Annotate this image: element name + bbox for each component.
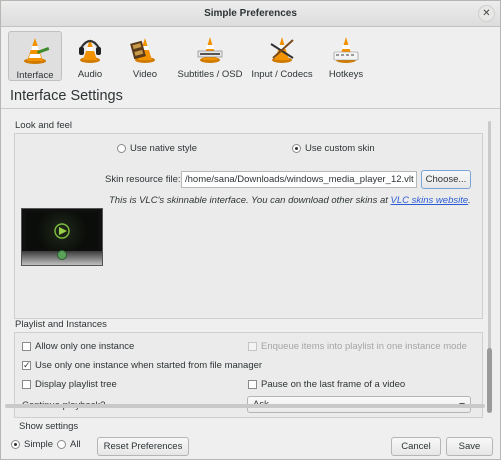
- category-toolbar: Interface Audio Video Subtitles / OSD In…: [1, 28, 500, 83]
- cone-with-film-icon: [130, 38, 155, 63]
- divider: [1, 108, 500, 109]
- tab-video-label: Video: [132, 69, 158, 80]
- cancel-button[interactable]: Cancel: [391, 437, 441, 456]
- cone-with-keyboard-icon: [333, 37, 359, 63]
- display-playlist-tree-checkbox[interactable]: [22, 380, 31, 389]
- native-style-label[interactable]: Use native style: [130, 143, 197, 154]
- choose-button[interactable]: Choose...: [421, 170, 471, 189]
- vlc-skins-link[interactable]: VLC skins website: [391, 195, 469, 206]
- enqueue-items-checkbox: [248, 342, 257, 351]
- save-button[interactable]: Save: [446, 437, 493, 456]
- native-style-radio[interactable]: [117, 144, 126, 153]
- simple-radio[interactable]: [11, 440, 20, 449]
- cone-with-ruler-icon: [24, 38, 50, 64]
- wmp-logo-icon: [54, 223, 70, 239]
- preview-screen: [26, 212, 98, 250]
- horizontal-scrollbar[interactable]: [5, 404, 485, 408]
- playlist-instances-title: Playlist and Instances: [15, 319, 107, 330]
- cone-with-headphones-icon: [79, 39, 101, 63]
- tab-input-codecs[interactable]: Input / Codecs: [249, 31, 315, 81]
- skin-info-text: This is VLC's skinnable interface. You c…: [109, 195, 471, 206]
- pause-last-frame-label[interactable]: Pause on the last frame of a video: [261, 379, 405, 390]
- settings-scroll-area[interactable]: Look and feel Use native style Use custo…: [1, 111, 500, 429]
- preview-play-icon: [57, 250, 67, 260]
- display-playlist-tree-label[interactable]: Display playlist tree: [35, 379, 117, 390]
- scrollbar-thumb[interactable]: [487, 348, 492, 413]
- pause-last-frame-checkbox[interactable]: [248, 380, 257, 389]
- allow-one-instance-checkbox[interactable]: [22, 342, 31, 351]
- reset-preferences-button[interactable]: Reset Preferences: [97, 437, 189, 456]
- window-title: Simple Preferences: [204, 8, 297, 19]
- look-and-feel-title: Look and feel: [15, 120, 73, 131]
- tab-hotkeys[interactable]: Hotkeys: [321, 31, 371, 81]
- custom-skin-radio[interactable]: [292, 144, 301, 153]
- skin-info-suffix: .: [468, 195, 471, 206]
- enqueue-items-label: Enqueue items into playlist in one insta…: [261, 341, 467, 352]
- custom-skin-label[interactable]: Use custom skin: [305, 143, 375, 154]
- tab-interface-label: Interface: [16, 70, 54, 81]
- title-bar[interactable]: Simple Preferences ✕: [1, 1, 500, 27]
- one-instance-file-manager-checkbox[interactable]: ✓: [22, 361, 31, 370]
- tab-audio[interactable]: Audio: [67, 31, 113, 81]
- bottom-bar: Simple All Reset Preferences Cancel Save: [1, 429, 500, 460]
- skin-file-label: Skin resource file:: [105, 174, 181, 185]
- allow-one-instance-label[interactable]: Allow only one instance: [35, 341, 134, 352]
- skin-file-input[interactable]: /home/sana/Downloads/windows_media_playe…: [181, 171, 417, 188]
- tab-audio-label: Audio: [77, 69, 103, 80]
- skin-preview-image: [21, 208, 103, 266]
- tab-hotkeys-label: Hotkeys: [328, 69, 364, 80]
- preferences-window: Simple Preferences ✕ Interface Audio Vid…: [0, 0, 501, 460]
- tab-video[interactable]: Video: [122, 31, 168, 81]
- tab-interface[interactable]: Interface: [8, 31, 62, 81]
- all-label[interactable]: All: [70, 439, 81, 450]
- close-icon: ✕: [482, 8, 491, 19]
- tab-subtitles-osd[interactable]: Subtitles / OSD: [174, 31, 246, 81]
- tab-subtitles-osd-label: Subtitles / OSD: [177, 69, 243, 80]
- cone-with-subtitles-icon: [197, 37, 223, 63]
- tab-input-codecs-label: Input / Codecs: [251, 69, 313, 80]
- all-radio[interactable]: [57, 440, 66, 449]
- vertical-scrollbar[interactable]: [485, 113, 494, 419]
- skin-info-prefix: This is VLC's skinnable interface. You c…: [109, 195, 391, 206]
- cone-with-cable-icon: [270, 37, 294, 63]
- close-button[interactable]: ✕: [478, 5, 495, 22]
- simple-label[interactable]: Simple: [24, 439, 53, 450]
- one-instance-file-manager-label[interactable]: Use only one instance when started from …: [35, 360, 262, 371]
- page-title: Interface Settings: [10, 88, 123, 104]
